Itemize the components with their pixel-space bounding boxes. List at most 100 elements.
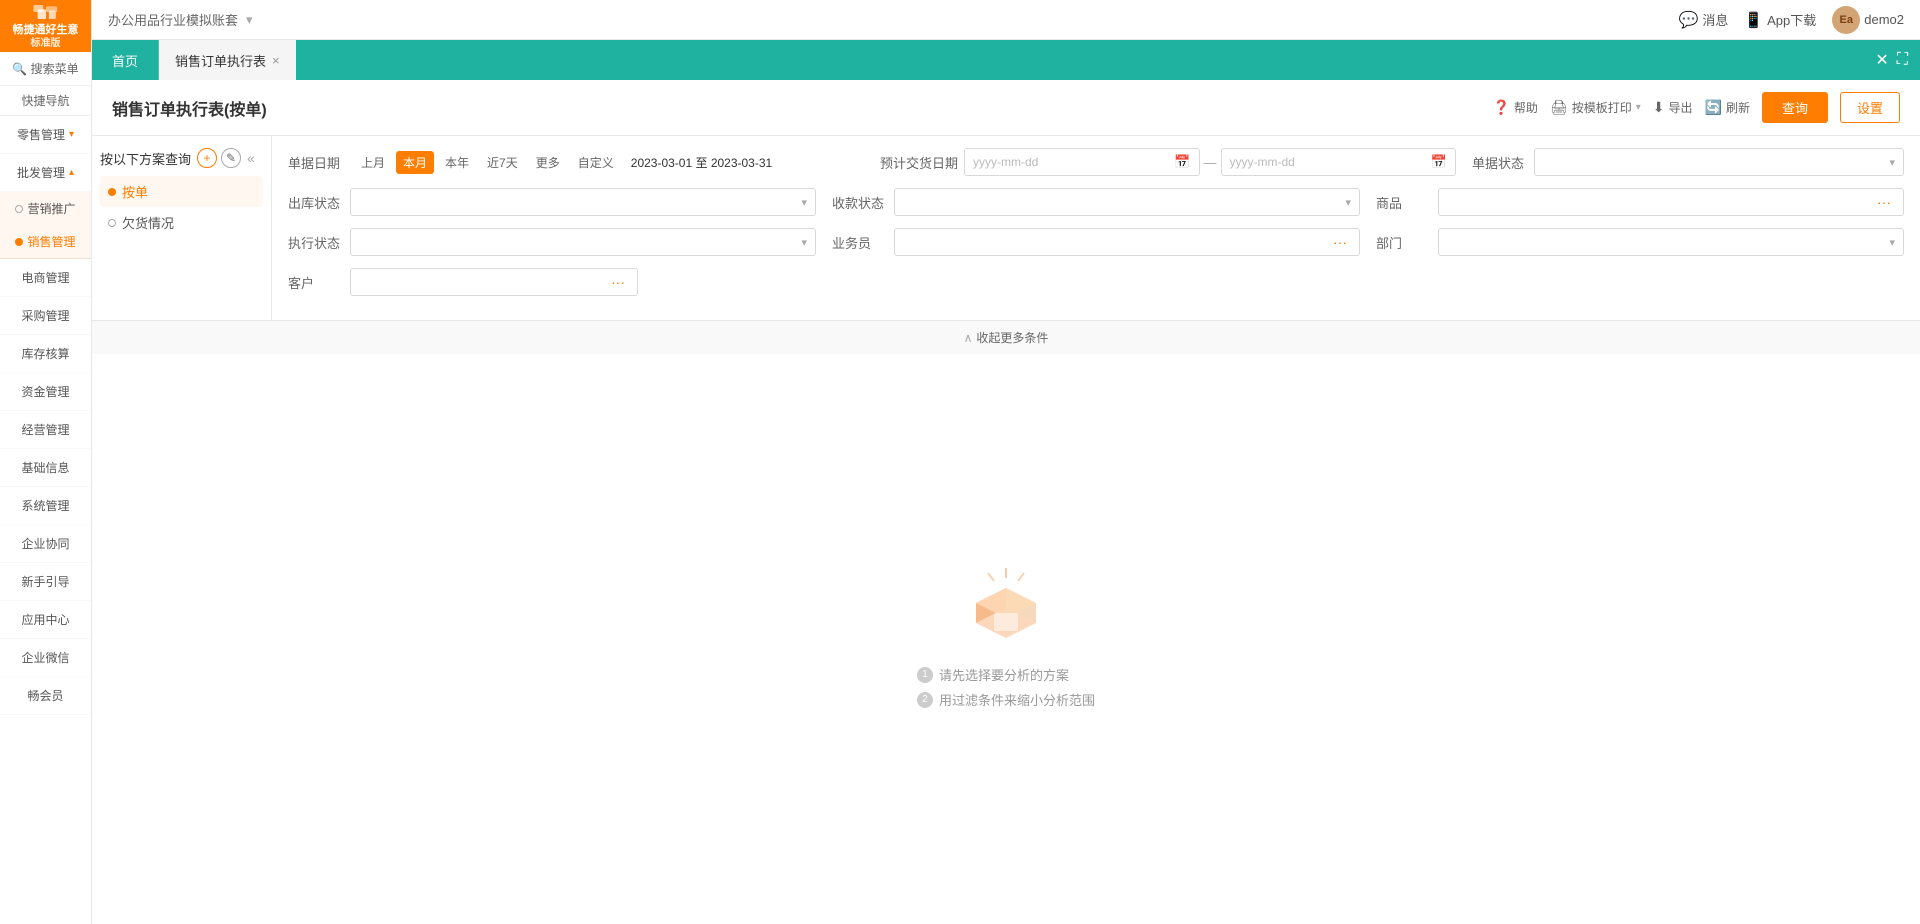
breadcrumb-arrow-icon[interactable]: ▾ — [246, 12, 253, 28]
sidebar-item-newbie[interactable]: 新手引导 — [0, 563, 91, 601]
status-dropdown[interactable]: ▾ — [1534, 148, 1904, 176]
settings-button[interactable]: 设置 — [1840, 92, 1900, 123]
window-expand-icon[interactable]: ⛶ — [1897, 51, 1908, 69]
help-btn[interactable]: ❓ 帮助 — [1492, 99, 1537, 116]
sidebar-item-system[interactable]: 系统管理 — [0, 487, 91, 525]
filter-row-2: 出库状态 ▾ 收款状态 ▾ 商品 — [288, 188, 1904, 216]
edit-scheme-btn[interactable]: ✎ — [221, 148, 241, 168]
sidebar-item-appstore[interactable]: 应用中心 — [0, 601, 91, 639]
date-start-input[interactable]: yyyy-mm-dd 📅 — [964, 148, 1200, 176]
tab-close-icon[interactable]: × — [272, 53, 280, 68]
goods-input[interactable]: ··· — [1438, 188, 1904, 216]
app-download-btn[interactable]: 📱 App下载 — [1744, 10, 1816, 29]
refresh-icon: 🔄 — [1705, 99, 1722, 116]
exec-dropdown[interactable]: ▾ — [350, 228, 816, 256]
export-btn[interactable]: ⬇ 导出 — [1653, 99, 1693, 116]
print-icon: 🖨 — [1550, 99, 1568, 116]
sidebar-item-operations[interactable]: 经营管理 — [0, 411, 91, 449]
page-header: 销售订单执行表(按单) ❓ 帮助 🖨 按模板打印 ▾ ⬇ 导出 🔄 刷新 — [92, 80, 1920, 136]
quick-nav[interactable]: 快捷导航 — [0, 86, 91, 116]
date-this-month-btn[interactable]: 本月 — [396, 151, 434, 174]
date-quick-buttons: 上月 本月 本年 近7天 更多 自定义 — [354, 151, 621, 174]
sidebar-item-inventory[interactable]: 库存核算 — [0, 335, 91, 373]
filter-goods-field: 商品 ··· — [1376, 188, 1904, 216]
sidebar-member-label: 畅会员 — [27, 687, 63, 704]
date-end-input[interactable]: yyyy-mm-dd 📅 — [1221, 148, 1457, 176]
salesperson-dots-icon[interactable]: ··· — [1329, 234, 1351, 250]
expected-date-label: 预计交货日期 — [880, 153, 958, 172]
date-7-days-btn[interactable]: 近7天 — [480, 151, 525, 174]
sidebar-enterprise-label: 企业协同 — [21, 535, 69, 552]
date-more-btn[interactable]: 更多 — [529, 151, 567, 174]
home-tab-label: 首页 — [112, 51, 138, 70]
filter-outbound-field: 出库状态 ▾ — [288, 188, 816, 216]
sidebar-item-retail[interactable]: 零售管理 ▾ — [0, 116, 91, 154]
sidebar-item-ecommerce[interactable]: 电商管理 — [0, 259, 91, 297]
sidebar-finance-label: 资金管理 — [21, 383, 69, 400]
sidebar-item-marketing[interactable]: 营销推广 — [0, 192, 91, 225]
filter-date-field: 单据日期 上月 本月 本年 近7天 更多 自定义 2023-03-01 至 20… — [288, 151, 864, 174]
sidebar-system-label: 系统管理 — [21, 497, 69, 514]
salesperson-input[interactable]: ··· — [894, 228, 1360, 256]
filter-scheme-header: 按以下方案查询 + ✎ « — [100, 148, 263, 168]
date-separator: — — [1204, 155, 1217, 170]
dept-dropdown[interactable]: ▾ — [1438, 228, 1904, 256]
topbar-left: 办公用品行业模拟账套 ▾ — [108, 10, 253, 29]
sidebar-item-purchase[interactable]: 采购管理 — [0, 297, 91, 335]
sidebar-item-sales[interactable]: 销售管理 — [0, 225, 91, 258]
customer-dots-icon[interactable]: ··· — [607, 274, 629, 290]
empty-hint-2: 用过滤条件来缩小分析范围 — [939, 690, 1095, 709]
scheme-item-order[interactable]: 按单 — [100, 176, 263, 207]
goods-dots-icon[interactable]: ··· — [1873, 194, 1895, 210]
filter-customer-field: 客户 ··· — [288, 268, 638, 296]
quick-nav-label: 快捷导航 — [21, 94, 69, 108]
dot-icon-marketing — [15, 205, 23, 213]
print-btn[interactable]: 🖨 按模板打印 ▾ — [1550, 99, 1641, 116]
app-name: 畅捷通好生意 — [13, 24, 79, 37]
topbar-right: 💬 消息 📱 App下载 Ea demo2 — [1678, 6, 1904, 34]
payment-label: 收款状态 — [832, 193, 888, 212]
filter-scheme-title: 按以下方案查询 — [100, 149, 191, 168]
scheme-item-debt[interactable]: 欠货情况 — [100, 207, 263, 238]
filter-salesperson-field: 业务员 ··· — [832, 228, 1360, 256]
payment-dropdown[interactable]: ▾ — [894, 188, 1360, 216]
sidebar-item-wholesale[interactable]: 批发管理 ▴ — [0, 154, 91, 192]
sidebar-search[interactable]: 🔍 搜索菜单 — [0, 52, 91, 86]
date-last-month-btn[interactable]: 上月 — [354, 151, 392, 174]
tab-sales-order[interactable]: 销售订单执行表 × — [159, 40, 296, 80]
sidebar-item-basic[interactable]: 基础信息 — [0, 449, 91, 487]
scheme-order-label: 按单 — [122, 182, 148, 201]
sidebar-item-member[interactable]: 畅会员 — [0, 677, 91, 715]
refresh-btn[interactable]: 🔄 刷新 — [1705, 99, 1750, 116]
date-custom-btn[interactable]: 自定义 — [571, 151, 621, 174]
user-profile[interactable]: Ea demo2 — [1832, 6, 1904, 34]
filter-row-4: 客户 ··· — [288, 268, 1904, 296]
empty-illustration — [946, 563, 1066, 653]
query-button[interactable]: 查询 — [1762, 92, 1828, 123]
message-label: 消息 — [1702, 10, 1728, 29]
filter-payment-field: 收款状态 ▾ — [832, 188, 1360, 216]
date-this-year-btn[interactable]: 本年 — [438, 151, 476, 174]
window-close-icon[interactable]: ✕ — [1875, 50, 1888, 70]
sidebar-item-finance[interactable]: 资金管理 — [0, 373, 91, 411]
message-btn[interactable]: 💬 消息 — [1678, 10, 1728, 30]
collapse-more-bar[interactable]: ∧ 收起更多条件 — [92, 320, 1920, 354]
filter-exec-field: 执行状态 ▾ — [288, 228, 816, 256]
empty-hints: 1 请先选择要分析的方案 2 用过滤条件来缩小分析范围 — [917, 665, 1095, 715]
sidebar-wholesale-label: 批发管理 — [17, 164, 65, 181]
add-scheme-btn[interactable]: + — [197, 148, 217, 168]
payment-chevron-icon: ▾ — [1345, 196, 1351, 209]
sidebar-marketing-label: 营销推广 — [27, 200, 75, 217]
customer-input[interactable]: ··· — [350, 268, 638, 296]
topbar: 办公用品行业模拟账套 ▾ 💬 消息 📱 App下载 Ea demo2 — [92, 0, 1920, 40]
calendar-end-icon: 📅 — [1431, 154, 1447, 170]
sidebar-item-wechat[interactable]: 企业微信 — [0, 639, 91, 677]
dot-debt-icon — [108, 219, 116, 227]
tab-home[interactable]: 首页 — [92, 40, 159, 80]
collapse-left-btn[interactable]: « — [247, 150, 255, 166]
sidebar-item-enterprise[interactable]: 企业协同 — [0, 525, 91, 563]
exec-label: 执行状态 — [288, 233, 344, 252]
outbound-dropdown[interactable]: ▾ — [350, 188, 816, 216]
empty-state: 1 请先选择要分析的方案 2 用过滤条件来缩小分析范围 — [92, 354, 1920, 924]
sidebar-sales-label: 销售管理 — [27, 233, 75, 250]
